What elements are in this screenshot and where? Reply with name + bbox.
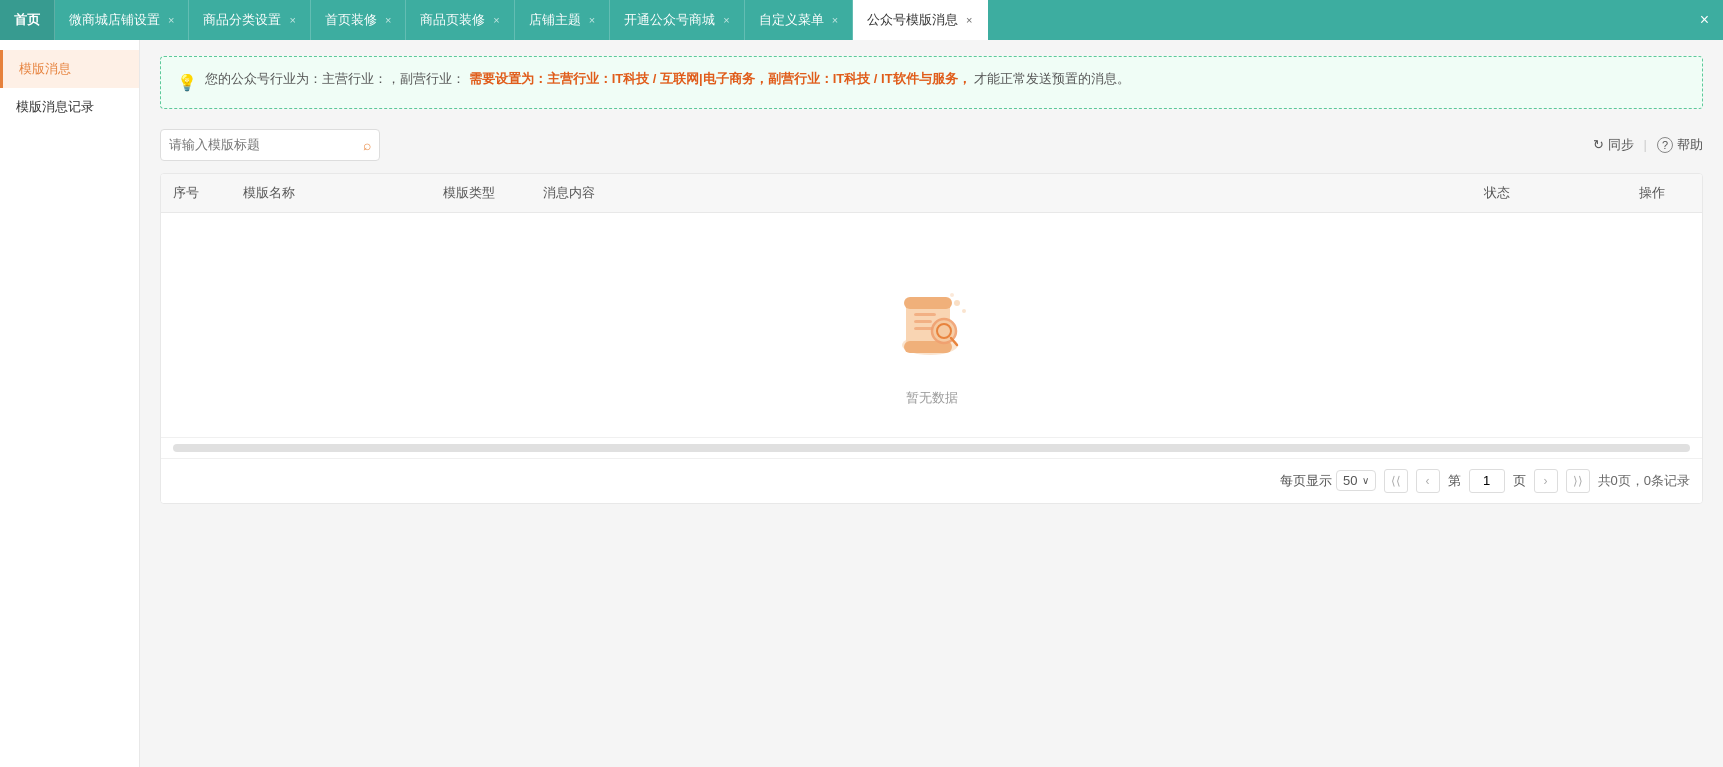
help-icon: ? xyxy=(1657,137,1673,153)
search-icon[interactable]: ⌕ xyxy=(363,137,371,153)
prev-page-icon: ‹ xyxy=(1426,474,1430,488)
tab-openstore[interactable]: 开通公众号商城 × xyxy=(610,0,744,40)
tab-category-label: 商品分类设置 xyxy=(203,11,281,29)
toolbar-right: ↻ 同步 | ? 帮助 xyxy=(1593,136,1703,154)
table-header: 序号 模版名称 模版类型 消息内容 状态 操作 xyxy=(161,174,1702,213)
page-label-before: 第 xyxy=(1448,472,1461,490)
tab-theme[interactable]: 店铺主题 × xyxy=(515,0,610,40)
svg-point-10 xyxy=(954,300,960,306)
search-input[interactable] xyxy=(169,137,363,152)
toolbar-divider: | xyxy=(1644,137,1647,152)
sidebar-item-template-msg[interactable]: 模版消息 xyxy=(0,50,139,88)
tab-theme-close[interactable]: × xyxy=(589,14,595,26)
th-status: 状态 xyxy=(1472,174,1602,212)
tab-template-label: 公众号模版消息 xyxy=(867,11,958,29)
th-seq: 序号 xyxy=(161,174,231,212)
sidebar-item-template-record[interactable]: 模版消息记录 xyxy=(0,88,139,126)
pagination: 每页显示 50 ∨ ⟨ ⟨ ‹ 第 页 › xyxy=(161,458,1702,503)
sidebar-item-template-record-label: 模版消息记录 xyxy=(16,99,94,114)
last-page-button[interactable]: ⟩ ⟩ xyxy=(1566,469,1590,493)
horizontal-scrollbar[interactable] xyxy=(173,444,1690,452)
svg-rect-5 xyxy=(914,320,932,323)
page-input[interactable] xyxy=(1469,469,1505,493)
tab-weshop[interactable]: 微商城店铺设置 × xyxy=(55,0,189,40)
first-page-icon2: ⟨ xyxy=(1396,474,1401,488)
notice-text: 您的公众号行业为：主营行业：，副营行业： 需要设置为：主营行业：IT科技 / 互… xyxy=(205,69,1130,90)
empty-state: 暂无数据 xyxy=(161,213,1702,437)
tab-openstore-close[interactable]: × xyxy=(723,14,729,26)
page-size-label: 每页显示 xyxy=(1280,472,1332,490)
empty-text: 暂无数据 xyxy=(906,389,958,407)
tab-homepage-close[interactable]: × xyxy=(385,14,391,26)
page-size-value: 50 xyxy=(1343,473,1357,488)
sync-button[interactable]: ↻ 同步 xyxy=(1593,136,1634,154)
close-all-button[interactable]: × xyxy=(1686,0,1723,40)
tab-homepage[interactable]: 首页装修 × xyxy=(311,0,406,40)
notice-suffix: 才能正常发送预置的消息。 xyxy=(974,71,1130,86)
tab-home[interactable]: 首页 xyxy=(0,0,55,40)
sidebar: 模版消息 模版消息记录 xyxy=(0,40,140,767)
tab-weshop-label: 微商城店铺设置 xyxy=(69,11,160,29)
tab-productpage[interactable]: 商品页装修 × xyxy=(406,0,514,40)
data-table: 序号 模版名称 模版类型 消息内容 状态 操作 xyxy=(160,173,1703,504)
last-page-icon2: ⟩ xyxy=(1578,474,1583,488)
notice-prefix: 您的公众号行业为：主营行业：，副营行业： xyxy=(205,71,465,86)
help-button[interactable]: ? 帮助 xyxy=(1657,136,1703,154)
tab-custommenu-close[interactable]: × xyxy=(832,14,838,26)
th-name: 模版名称 xyxy=(231,174,431,212)
svg-point-11 xyxy=(962,309,966,313)
prev-page-button[interactable]: ‹ xyxy=(1416,469,1440,493)
tab-template-close[interactable]: × xyxy=(966,14,972,26)
chevron-down-icon: ∨ xyxy=(1362,475,1369,486)
th-action: 操作 xyxy=(1602,174,1702,212)
next-page-button[interactable]: › xyxy=(1534,469,1558,493)
first-page-button[interactable]: ⟨ ⟨ xyxy=(1384,469,1408,493)
page-label-after: 页 xyxy=(1513,472,1526,490)
search-bar: ⌕ ↻ 同步 | ? 帮助 xyxy=(160,129,1703,161)
empty-illustration xyxy=(882,273,982,373)
tab-template[interactable]: 公众号模版消息 × xyxy=(853,0,987,40)
search-input-wrap[interactable]: ⌕ xyxy=(160,129,380,161)
page-size-dropdown[interactable]: 50 ∨ xyxy=(1336,470,1375,491)
tab-productpage-label: 商品页装修 xyxy=(420,11,485,29)
svg-point-12 xyxy=(950,293,954,297)
tab-custommenu-label: 自定义菜单 xyxy=(759,11,824,29)
sidebar-item-template-msg-label: 模版消息 xyxy=(19,61,71,76)
sync-label: 同步 xyxy=(1608,136,1634,154)
tab-homepage-label: 首页装修 xyxy=(325,11,377,29)
tab-custommenu[interactable]: 自定义菜单 × xyxy=(745,0,853,40)
tab-category[interactable]: 商品分类设置 × xyxy=(189,0,310,40)
notice-icon: 💡 xyxy=(177,70,197,96)
tab-home-label: 首页 xyxy=(14,11,40,29)
svg-rect-2 xyxy=(904,297,952,309)
next-page-icon: › xyxy=(1544,474,1548,488)
notice-highlight: 需要设置为：主营行业：IT科技 / 互联网|电子商务，副营行业：IT科技 / I… xyxy=(469,71,971,86)
tab-category-close[interactable]: × xyxy=(289,14,295,26)
svg-rect-4 xyxy=(914,313,936,316)
content-area: 💡 您的公众号行业为：主营行业：，副营行业： 需要设置为：主营行业：IT科技 /… xyxy=(140,40,1723,767)
tab-weshop-close[interactable]: × xyxy=(168,14,174,26)
th-content: 消息内容 xyxy=(531,174,1472,212)
tab-openstore-label: 开通公众号商城 xyxy=(624,11,715,29)
total-info: 共0页，0条记录 xyxy=(1598,472,1690,490)
notice-box: 💡 您的公众号行业为：主营行业：，副营行业： 需要设置为：主营行业：IT科技 /… xyxy=(160,56,1703,109)
tab-productpage-close[interactable]: × xyxy=(493,14,499,26)
tab-bar: 首页 微商城店铺设置 × 商品分类设置 × 首页装修 × 商品页装修 × 店铺主… xyxy=(0,0,1723,40)
sync-icon: ↻ xyxy=(1593,137,1604,152)
scrollbar-area[interactable] xyxy=(161,437,1702,458)
main-layout: 模版消息 模版消息记录 💡 您的公众号行业为：主营行业：，副营行业： 需要设置为… xyxy=(0,40,1723,767)
page-size-select: 每页显示 50 ∨ xyxy=(1280,470,1375,491)
tab-theme-label: 店铺主题 xyxy=(529,11,581,29)
th-type: 模版类型 xyxy=(431,174,531,212)
help-label: 帮助 xyxy=(1677,136,1703,154)
